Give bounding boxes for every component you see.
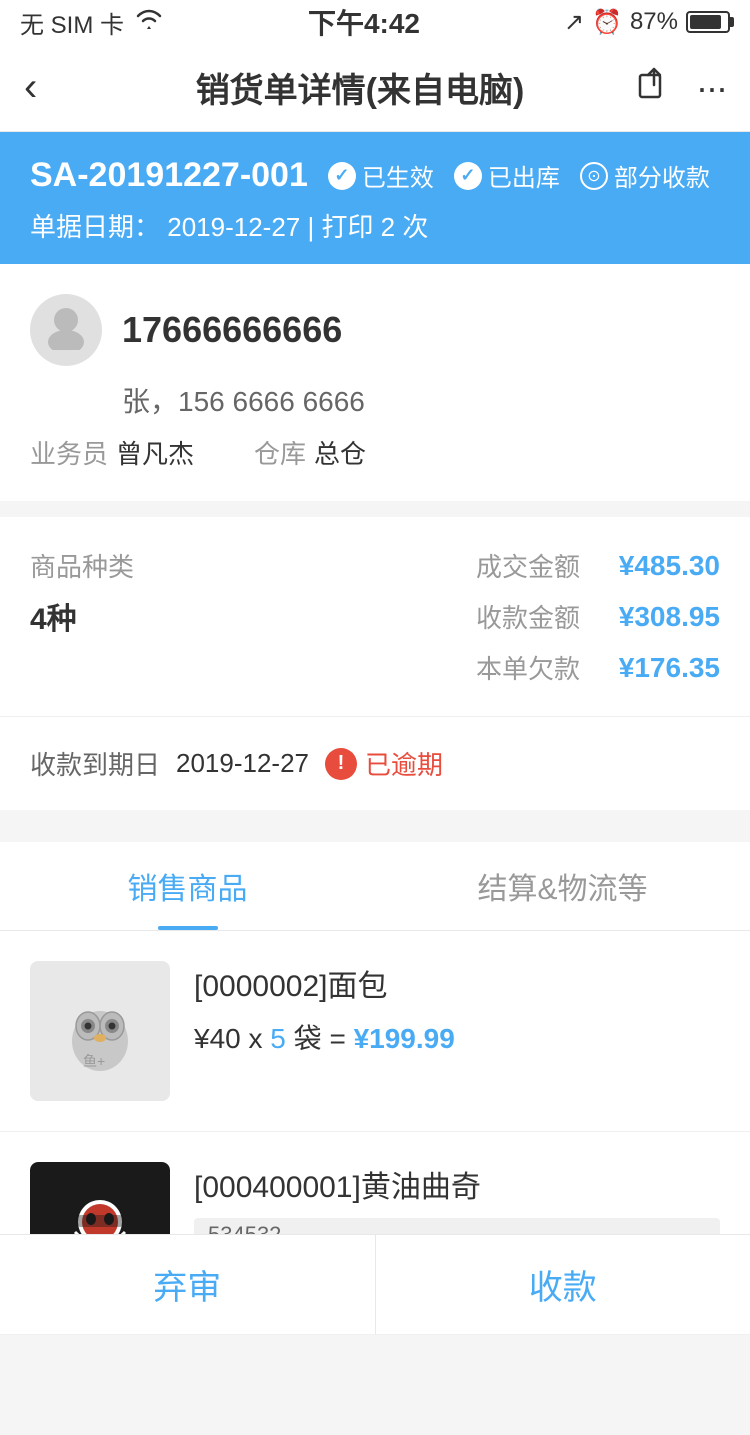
nav-bar: ‹ 销货单详情(来自电脑) ··· bbox=[0, 44, 750, 132]
alarm-icon: ⏰ bbox=[592, 8, 622, 37]
carrier-text: 无 SIM 卡 bbox=[20, 5, 124, 40]
back-button[interactable]: ‹ bbox=[24, 65, 84, 110]
customer-meta: 业务员 曾凡杰 仓库 总仓 bbox=[30, 434, 720, 471]
share-icon[interactable] bbox=[636, 65, 672, 110]
product-info-1: [0000002]面包 ¥40 x 5 袋 = ¥199.99 bbox=[194, 961, 720, 1101]
status-bar: 无 SIM 卡 下午4:42 ↗ ⏰ 87% bbox=[0, 0, 750, 44]
product-image-1: 鱼+ bbox=[30, 961, 170, 1101]
more-icon[interactable]: ··· bbox=[696, 67, 726, 109]
status-effective: ✓ 已生效 bbox=[328, 158, 434, 193]
spacer-bottom bbox=[0, 1335, 750, 1435]
collected-amount-row: 收款金额 ¥308.95 bbox=[476, 598, 720, 635]
order-date-row: 单据日期： 2019-12-27 | 打印 2 次 bbox=[30, 207, 720, 244]
overdue-badge: ! 已逾期 bbox=[325, 745, 443, 782]
battery-text: 87% bbox=[630, 8, 678, 36]
overdue-text: 已逾期 bbox=[365, 745, 443, 782]
tab-settlement[interactable]: 结算&物流等 bbox=[375, 842, 750, 930]
location-icon: ↗ bbox=[564, 8, 584, 37]
summary-section: 商品种类 4种 成交金额 ¥485.30 收款金额 ¥308.95 本单欠款 ¥… bbox=[0, 517, 750, 716]
status-indicators: ↗ ⏰ 87% bbox=[564, 8, 730, 37]
status-time: 下午4:42 bbox=[308, 2, 420, 42]
overdue-icon: ! bbox=[325, 748, 357, 780]
tab-sales-products[interactable]: 销售商品 bbox=[0, 842, 375, 930]
summary-left: 商品种类 4种 bbox=[30, 547, 134, 638]
due-date-section: 收款到期日 2019-12-27 ! 已逾期 bbox=[0, 716, 750, 810]
avatar-icon bbox=[41, 300, 91, 361]
product-name-1: [0000002]面包 bbox=[194, 961, 720, 1005]
customer-id: 17666666666 bbox=[122, 309, 342, 351]
summary-right: 成交金额 ¥485.30 收款金额 ¥308.95 本单欠款 ¥176.35 bbox=[476, 547, 720, 686]
warehouse: 仓库 总仓 bbox=[254, 434, 366, 471]
divider-1 bbox=[0, 501, 750, 517]
svg-text:鱼+: 鱼+ bbox=[83, 1053, 105, 1069]
order-id: SA-20191227-001 bbox=[30, 156, 308, 195]
tabs-header: 销售商品 结算&物流等 bbox=[0, 842, 750, 931]
sales-rep: 业务员 曾凡杰 bbox=[30, 434, 194, 471]
collect-payment-button[interactable]: 收款 bbox=[376, 1235, 750, 1334]
status-partial: ⊙ 部分收款 bbox=[580, 158, 710, 193]
divider-2 bbox=[0, 810, 750, 826]
battery-icon bbox=[686, 11, 730, 33]
status-carrier: 无 SIM 卡 bbox=[20, 5, 164, 40]
product-price-1: ¥40 x 5 袋 = ¥199.99 bbox=[194, 1017, 720, 1057]
customer-section: 17666666666 张，156 6666 6666 业务员 曾凡杰 仓库 总… bbox=[0, 264, 750, 501]
wifi-icon bbox=[134, 8, 164, 37]
product-name-2: [000400001]黄油曲奇 bbox=[194, 1162, 720, 1206]
status-shipped: ✓ 已出库 bbox=[454, 158, 560, 193]
order-banner: SA-20191227-001 ✓ 已生效 ✓ 已出库 ⊙ 部分收款 单据日期：… bbox=[0, 132, 750, 264]
bottom-bar: 弃审 收款 bbox=[0, 1234, 750, 1334]
abandon-review-button[interactable]: 弃审 bbox=[0, 1235, 376, 1334]
nav-title: 销货单详情(来自电脑) bbox=[196, 63, 525, 112]
deal-amount-row: 成交金额 ¥485.30 bbox=[476, 547, 720, 584]
owed-amount-row: 本单欠款 ¥176.35 bbox=[476, 649, 720, 686]
customer-avatar bbox=[30, 294, 102, 366]
list-item: 鱼+ [0000002]面包 ¥40 x 5 袋 = ¥199.99 bbox=[0, 931, 750, 1132]
customer-name: 张，156 6666 6666 bbox=[30, 380, 720, 420]
nav-actions: ··· bbox=[636, 65, 726, 110]
